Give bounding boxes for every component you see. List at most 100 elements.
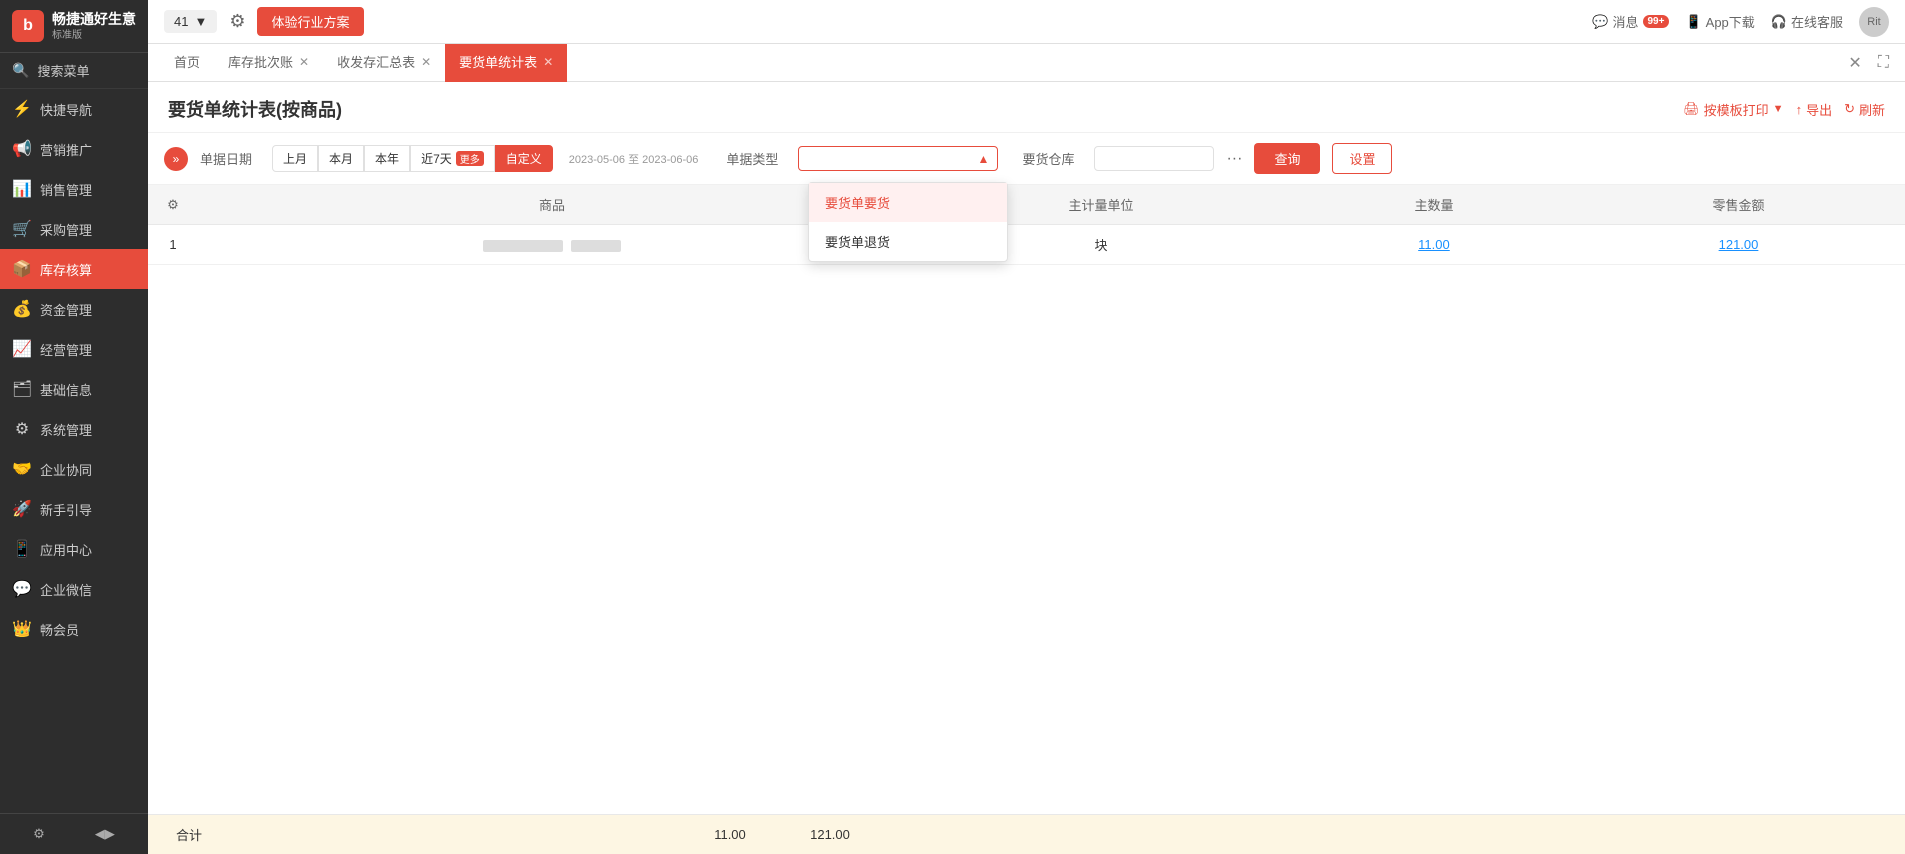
- date-label: 单据日期: [200, 149, 252, 168]
- sidebar-item-label: 系统管理: [40, 420, 92, 439]
- phone-icon: 📱: [1685, 14, 1701, 30]
- warehouse-label: 要货仓库: [1022, 149, 1074, 168]
- footer-amount: 121.00: [780, 827, 880, 842]
- promo-button[interactable]: 体验行业方案: [257, 7, 363, 36]
- dropdown-item-order[interactable]: 要货单要货: [809, 183, 1007, 222]
- type-select-value: [807, 151, 967, 166]
- sidebar-item-cooperation[interactable]: 🤝 企业协同: [0, 449, 148, 489]
- product-placeholder: [483, 240, 563, 252]
- messages-button[interactable]: 💬 消息 99+: [1592, 12, 1669, 31]
- warehouse-select[interactable]: [1094, 146, 1214, 171]
- wechat-icon: 💬: [12, 579, 32, 599]
- tab-order-summary[interactable]: 要货单统计表 ✕: [445, 44, 567, 82]
- last-month-btn[interactable]: 上月: [272, 145, 318, 172]
- settings-button[interactable]: 设置: [1332, 143, 1392, 174]
- sidebar-item-sales[interactable]: 📊 销售管理: [0, 169, 148, 209]
- row-product: [198, 225, 906, 265]
- online-service-button[interactable]: 🎧 在线客服: [1771, 12, 1843, 31]
- row-amount[interactable]: 121.00: [1572, 225, 1905, 265]
- tab-receipt-summary[interactable]: 收发存汇总表 ✕: [323, 44, 445, 82]
- search-icon: 🔍: [12, 62, 29, 79]
- user-avatar[interactable]: Rit: [1859, 7, 1889, 37]
- filter-more-icon[interactable]: ···: [1226, 150, 1242, 168]
- date-range-text: 2023-05-06 至 2023-06-06: [569, 151, 699, 167]
- message-icon: 💬: [1592, 14, 1608, 30]
- purchase-icon: 🛒: [12, 219, 32, 239]
- tab-home[interactable]: 首页: [160, 44, 214, 82]
- sidebar-item-label: 销售管理: [40, 180, 92, 199]
- col-quantity: 主数量: [1296, 185, 1572, 225]
- sidebar-item-label: 企业微信: [40, 580, 92, 599]
- sidebar-item-system[interactable]: ⚙ 系统管理: [0, 409, 148, 449]
- type-label: 单据类型: [726, 149, 778, 168]
- topbar: 41 ▼ ⚙ 体验行业方案 💬 消息 99+ 📱 App下载 🎧 在线客服 Ri…: [148, 0, 1905, 44]
- maximize-icon[interactable]: ⛶: [1874, 52, 1893, 74]
- vip-icon: 👑: [12, 619, 32, 639]
- tab-close-icon[interactable]: ✕: [299, 55, 309, 69]
- cooperation-icon: 🤝: [12, 459, 32, 479]
- print-dropdown-icon: ▼: [1773, 103, 1784, 115]
- tab-close-icon[interactable]: ✕: [421, 55, 431, 69]
- export-button[interactable]: ↑ 导出: [1796, 100, 1833, 119]
- close-tab-icon[interactable]: ✕: [1844, 51, 1865, 75]
- app-logo: b 畅捷通好生意 标准版: [0, 0, 148, 53]
- topbar-right: 💬 消息 99+ 📱 App下载 🎧 在线客服 Rit: [1592, 7, 1889, 37]
- page-header: 要货单统计表(按商品) 🖨 按模板打印 ▼ ↑ 导出 ↻ 刷新: [148, 82, 1905, 133]
- inventory-icon: 📦: [12, 259, 32, 279]
- sales-icon: 📊: [12, 179, 32, 199]
- row-index: 1: [148, 225, 198, 265]
- app-subtitle: 标准版: [52, 29, 136, 42]
- sidebar-item-purchase[interactable]: 🛒 采购管理: [0, 209, 148, 249]
- col-settings[interactable]: ⚙: [148, 185, 198, 225]
- page-title: 要货单统计表(按商品): [168, 96, 342, 122]
- sidebar-item-marketing[interactable]: 📢 营销推广: [0, 129, 148, 169]
- sidebar-item-guide[interactable]: 🚀 新手引导: [0, 489, 148, 529]
- filter-bar: » 单据日期 上月 本月 本年 近7天 更多 自定义 2023-05-06 至 …: [148, 133, 1905, 185]
- filter-expand-button[interactable]: »: [164, 147, 188, 171]
- print-button[interactable]: 🖨 按模板打印 ▼: [1683, 100, 1783, 119]
- app-center-icon: 📱: [12, 539, 32, 559]
- col-amount: 零售金额: [1572, 185, 1905, 225]
- tab-batch-account[interactable]: 库存批次账 ✕: [214, 44, 323, 82]
- page-actions: 🖨 按模板打印 ▼ ↑ 导出 ↻ 刷新: [1683, 100, 1885, 119]
- sidebar-item-label: 新手引导: [40, 500, 92, 519]
- export-icon: ↑: [1796, 102, 1803, 117]
- tab-close-active-icon[interactable]: ✕: [543, 55, 553, 69]
- settings-button[interactable]: ⚙: [25, 822, 53, 846]
- sidebar-item-operations[interactable]: 📈 经营管理: [0, 329, 148, 369]
- sidebar-item-label: 营销推广: [40, 140, 92, 159]
- sidebar-item-inventory[interactable]: 📦 库存核算: [0, 249, 148, 289]
- refresh-button[interactable]: ↻ 刷新: [1844, 100, 1885, 119]
- table-row: 1 块 11.00 121.00: [148, 225, 1905, 265]
- sidebar-item-finance[interactable]: 💰 资金管理: [0, 289, 148, 329]
- query-button[interactable]: 查询: [1254, 143, 1320, 174]
- sidebar-item-wechat[interactable]: 💬 企业微信: [0, 569, 148, 609]
- dropdown-arrow-icon: ▼: [194, 14, 207, 29]
- recent7-btn[interactable]: 近7天 更多: [410, 145, 495, 172]
- this-month-btn[interactable]: 本月: [318, 145, 364, 172]
- store-selector[interactable]: 41 ▼: [164, 10, 217, 33]
- sidebar-item-label: 快捷导航: [40, 100, 92, 119]
- search-menu[interactable]: 🔍 搜索菜单: [0, 53, 148, 89]
- sidebar-item-label: 畅会员: [40, 620, 79, 639]
- product-placeholder2: [571, 240, 621, 252]
- custom-btn[interactable]: 自定义: [495, 145, 553, 172]
- row-quantity[interactable]: 11.00: [1296, 225, 1572, 265]
- collapse-button[interactable]: ◀▶: [87, 822, 123, 846]
- system-icon: ⚙: [12, 419, 32, 439]
- sidebar-item-vip[interactable]: 👑 畅会员: [0, 609, 148, 649]
- app-download-button[interactable]: 📱 App下载: [1685, 12, 1754, 31]
- sidebar-item-basic-info[interactable]: 🗂 基础信息: [0, 369, 148, 409]
- finance-icon: 💰: [12, 299, 32, 319]
- tabbar: 首页 库存批次账 ✕ 收发存汇总表 ✕ 要货单统计表 ✕ ✕ ⛶: [148, 44, 1905, 82]
- sidebar-item-label: 经营管理: [40, 340, 92, 359]
- sidebar-item-app-center[interactable]: 📱 应用中心: [0, 529, 148, 569]
- topbar-gear-icon[interactable]: ⚙: [229, 11, 245, 32]
- type-select[interactable]: ▲: [798, 146, 998, 171]
- footer-quantity: 11.00: [680, 827, 780, 842]
- this-year-btn[interactable]: 本年: [364, 145, 410, 172]
- sidebar-bottom: ⚙ ◀▶: [0, 813, 148, 854]
- sidebar-menu: ⚡ 快捷导航 📢 营销推广 📊 销售管理 🛒 采购管理 📦 库存核算 💰 资金管…: [0, 89, 148, 813]
- sidebar-item-quick-nav[interactable]: ⚡ 快捷导航: [0, 89, 148, 129]
- dropdown-item-return[interactable]: 要货单退货: [809, 222, 1007, 261]
